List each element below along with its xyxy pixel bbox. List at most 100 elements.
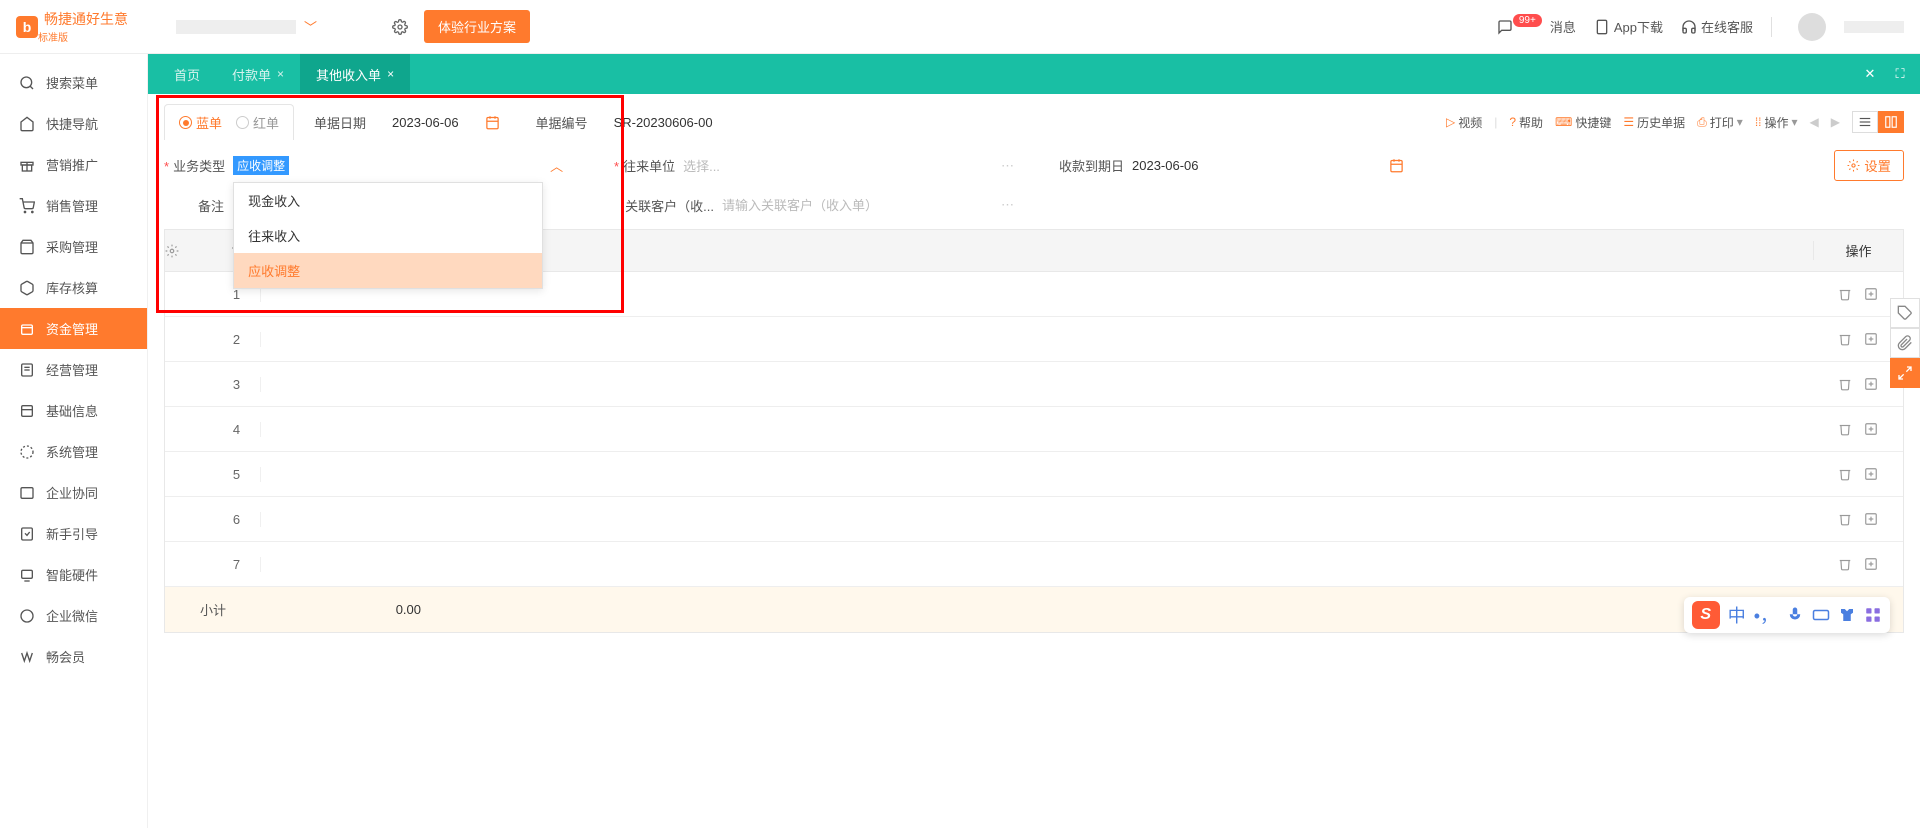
delete-icon[interactable] (1838, 377, 1852, 391)
delete-icon[interactable] (1838, 467, 1852, 481)
view-list-button[interactable] (1852, 111, 1878, 133)
cart-icon (18, 197, 36, 215)
company-selector[interactable]: ﹀ (176, 17, 376, 36)
relcust-input[interactable]: 请输入关联客户（收入单） (722, 191, 1001, 219)
toolbar-shortcut[interactable]: ⌨快捷键 (1555, 114, 1611, 131)
sidebar-item-hardware[interactable]: 智能硬件 (0, 554, 147, 595)
toolbar-operate[interactable]: ⁞⁞操作▾ (1755, 114, 1798, 131)
tab-payment[interactable]: 付款单× (216, 54, 300, 94)
delete-icon[interactable] (1838, 287, 1852, 301)
vip-icon (18, 648, 36, 666)
table-row[interactable]: 4 (165, 407, 1903, 452)
tab-home[interactable]: 首页 (158, 54, 216, 94)
sidebar-item-funds[interactable]: 资金管理 (0, 308, 147, 349)
toolbar-help[interactable]: ?帮助 (1509, 114, 1543, 131)
dropdown-option-cash[interactable]: 现金收入 (234, 183, 542, 218)
expand-tool-icon[interactable] (1890, 358, 1920, 388)
avatar[interactable] (1798, 13, 1826, 41)
close-icon[interactable]: × (277, 67, 284, 81)
logo-text: 畅捷通好生意 (44, 9, 128, 29)
messages-link[interactable]: 99+ 消息 (1497, 17, 1576, 36)
delete-icon[interactable] (1838, 422, 1852, 436)
ime-mic-icon[interactable] (1786, 606, 1804, 624)
ime-keyboard-icon[interactable] (1812, 606, 1830, 624)
sidebar-item-basic[interactable]: 基础信息 (0, 390, 147, 431)
toolbar: ▷视频 | ?帮助 ⌨快捷键 ☰历史单据 ⎙打印▾ ⁞⁞操作▾ ◀ ▶ (1446, 111, 1904, 133)
add-icon[interactable] (1864, 512, 1878, 526)
sidebar-item-wecom[interactable]: 企业微信 (0, 595, 147, 636)
view-card-button[interactable] (1878, 111, 1904, 133)
dropdown-option-adjust[interactable]: 应收调整 (234, 253, 542, 288)
counterparty-input[interactable]: 选择... (683, 152, 963, 180)
calendar-icon[interactable] (485, 115, 500, 130)
more-icon[interactable]: ⋯ (1001, 197, 1014, 213)
ime-logo-icon: S (1692, 601, 1720, 629)
fullscreen-icon[interactable]: ⛶ (1890, 64, 1910, 84)
radio-red[interactable]: 红单 (236, 113, 279, 132)
delete-icon[interactable] (1838, 557, 1852, 571)
gear-icon[interactable] (392, 19, 408, 35)
settings-icon (18, 443, 36, 461)
grid-icon: ⁞⁞ (1755, 115, 1762, 129)
toolbar-history[interactable]: ☰历史单据 (1623, 114, 1685, 131)
settings-button[interactable]: 设置 (1834, 150, 1904, 181)
sidebar-item-marketing[interactable]: 营销推广 (0, 144, 147, 185)
top-header: b 畅捷通好生意 标准版 ﹀ 体验行业方案 99+ 消息 App下载 在线客服 (0, 0, 1920, 54)
table-gear-icon[interactable] (165, 244, 213, 258)
table-row[interactable]: 5 (165, 452, 1903, 497)
sidebar-item-member[interactable]: 畅会员 (0, 636, 147, 677)
sidebar-item-system[interactable]: 系统管理 (0, 431, 147, 472)
sidebar-item-collab[interactable]: 企业协同 (0, 472, 147, 513)
close-all-icon[interactable]: ✕ (1860, 64, 1880, 84)
add-icon[interactable] (1864, 332, 1878, 346)
calendar-icon[interactable] (1389, 158, 1404, 173)
app-download-link[interactable]: App下载 (1594, 17, 1663, 36)
subtotal-row: 小计 0.00 (165, 587, 1903, 632)
table-row[interactable]: 6 (165, 497, 1903, 542)
ime-toolbar[interactable]: S 中 •， (1684, 597, 1890, 633)
ime-punct-icon[interactable]: •， (1754, 602, 1778, 628)
tag-tool-icon[interactable] (1890, 298, 1920, 328)
sidebar-item-quicknav[interactable]: 快捷导航 (0, 103, 147, 144)
add-icon[interactable] (1864, 377, 1878, 391)
toolbar-video[interactable]: ▷视频 (1446, 114, 1482, 131)
ime-menu-icon[interactable] (1864, 606, 1882, 624)
sidebar-item-search[interactable]: 搜索菜单 (0, 62, 147, 103)
dropdown-option-ar[interactable]: 往来收入 (234, 218, 542, 253)
sidebar-item-operation[interactable]: 经营管理 (0, 349, 147, 390)
ime-lang[interactable]: 中 (1728, 602, 1746, 628)
doc-date-value[interactable]: 2023-06-06 (392, 115, 459, 130)
table-row[interactable]: 3 (165, 362, 1903, 407)
add-icon[interactable] (1864, 287, 1878, 301)
sidebar-item-purchase[interactable]: 采购管理 (0, 226, 147, 267)
history-icon: ☰ (1623, 115, 1634, 129)
sidebar-item-guide[interactable]: 新手引导 (0, 513, 147, 554)
guide-icon (18, 525, 36, 543)
money-icon (18, 320, 36, 338)
add-icon[interactable] (1864, 557, 1878, 571)
close-icon[interactable]: × (387, 67, 394, 81)
username[interactable] (1844, 21, 1904, 33)
home-icon (18, 115, 36, 133)
trial-button[interactable]: 体验行业方案 (424, 10, 530, 43)
biztype-dropdown[interactable]: 应收调整 ︿ 现金收入 往来收入 应收调整 (233, 156, 563, 176)
add-icon[interactable] (1864, 422, 1878, 436)
delete-icon[interactable] (1838, 512, 1852, 526)
next-icon[interactable]: ▶ (1831, 115, 1840, 129)
table-row[interactable]: 2 (165, 317, 1903, 362)
sidebar-item-inventory[interactable]: 库存核算 (0, 267, 147, 308)
sidebar-item-sales[interactable]: 销售管理 (0, 185, 147, 226)
add-icon[interactable] (1864, 467, 1878, 481)
radio-blue[interactable]: 蓝单 (179, 113, 222, 132)
toolbar-print[interactable]: ⎙打印▾ (1697, 114, 1743, 131)
logo-icon: b (16, 16, 38, 38)
tab-other-income[interactable]: 其他收入单× (300, 54, 410, 94)
ime-skin-icon[interactable] (1838, 606, 1856, 624)
more-icon[interactable]: ⋯ (1001, 158, 1014, 174)
duedate-value[interactable]: 2023-06-06 (1132, 154, 1383, 178)
attach-tool-icon[interactable] (1890, 328, 1920, 358)
prev-icon[interactable]: ◀ (1810, 115, 1819, 129)
online-service-link[interactable]: 在线客服 (1681, 17, 1753, 36)
table-row[interactable]: 7 (165, 542, 1903, 587)
delete-icon[interactable] (1838, 332, 1852, 346)
